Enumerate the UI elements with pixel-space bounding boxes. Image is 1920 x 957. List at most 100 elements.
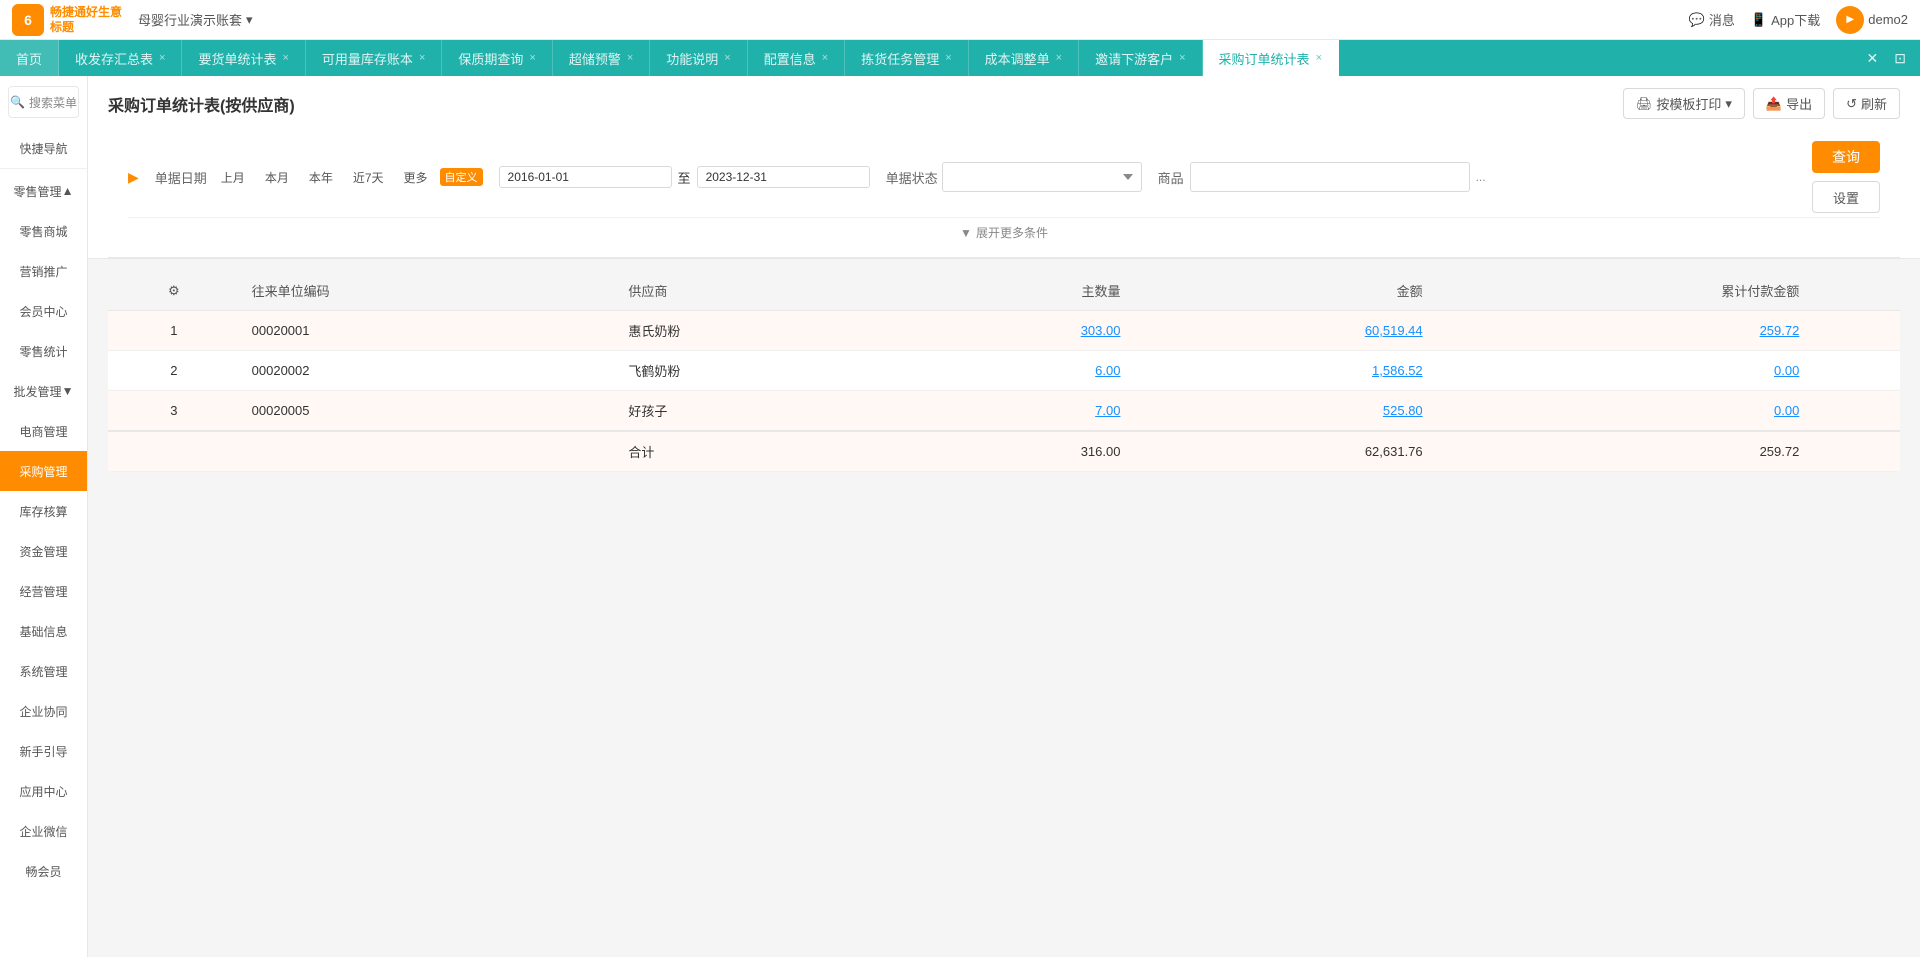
row-quantity-link[interactable]: 303.00 bbox=[1081, 323, 1121, 338]
user-menu[interactable]: ▶ demo2 bbox=[1836, 6, 1908, 34]
expand-more-btn[interactable]: ▼ 展开更多条件 bbox=[960, 224, 1048, 241]
sidebar-search-btn[interactable]: 🔍 搜索菜单 bbox=[8, 86, 79, 118]
footer-amount: 62,631.76 bbox=[1132, 431, 1434, 472]
row-quantity-link[interactable]: 6.00 bbox=[1095, 363, 1120, 378]
tab-order-summary-close[interactable]: × bbox=[282, 52, 288, 64]
date-to-input[interactable] bbox=[697, 166, 870, 188]
sidebar-item-member-center[interactable]: 会员中心 bbox=[0, 291, 87, 331]
row-quantity-link[interactable]: 7.00 bbox=[1095, 403, 1120, 418]
export-btn[interactable]: 📤 导出 bbox=[1753, 88, 1825, 119]
tab-inventory-account-label: 可用量库存账本 bbox=[322, 49, 413, 68]
tab-home[interactable]: 首页 bbox=[0, 40, 59, 76]
tab-pick-task[interactable]: 拣货任务管理 × bbox=[845, 40, 968, 76]
row-paid-link[interactable]: 259.72 bbox=[1760, 323, 1800, 338]
filter-goods-item: 商品 ... bbox=[1158, 162, 1486, 192]
row-amount-link[interactable]: 525.80 bbox=[1383, 403, 1423, 418]
sidebar-item-retail-manage[interactable]: 零售管理 ▲ bbox=[0, 171, 87, 211]
sidebar-nav: 零售管理 ▲ 零售商城 营销推广 会员中心 零售统计 批发管理 ▼ 电商管理 bbox=[0, 168, 87, 893]
sidebar-item-member[interactable]: 畅会员 bbox=[0, 851, 87, 891]
filter-row-main: ▶ 单据日期 上月 本月 本年 近7天 更多 自定义 bbox=[128, 141, 1880, 213]
tab-shelf-life[interactable]: 保质期查询 × bbox=[442, 40, 552, 76]
sidebar-item-inventory-label: 库存核算 bbox=[19, 503, 67, 520]
row-paid-link[interactable]: 0.00 bbox=[1774, 403, 1799, 418]
date-shortcut-this-month[interactable]: 本月 bbox=[257, 167, 297, 188]
table-row: 2 00020002 飞鹤奶粉 6.00 1,586.52 0.00 bbox=[108, 351, 1900, 391]
top-bar-right: 💬 消息 📱 App下载 ▶ demo2 bbox=[1689, 6, 1908, 34]
tab-inventory-account-close[interactable]: × bbox=[419, 52, 425, 64]
row-amount-link[interactable]: 60,519.44 bbox=[1365, 323, 1423, 338]
table-row: 3 00020005 好孩子 7.00 525.80 0.00 bbox=[108, 391, 1900, 432]
print-chevron-icon: ▾ bbox=[1725, 96, 1732, 112]
more-conditions-btn[interactable]: ... bbox=[1476, 170, 1486, 184]
export-icon: 📤 bbox=[1766, 96, 1782, 112]
tab-config-info[interactable]: 配置信息 × bbox=[748, 40, 845, 76]
settings-icon[interactable]: ⚙ bbox=[168, 283, 180, 298]
tab-invite-customer-close[interactable]: × bbox=[1179, 52, 1185, 64]
sidebar-item-cooperation[interactable]: 企业协同 bbox=[0, 691, 87, 731]
sidebar-item-basics[interactable]: 基础信息 bbox=[0, 611, 87, 651]
tab-purchase-summary-close[interactable]: × bbox=[1316, 52, 1322, 64]
col-quantity: 主数量 bbox=[897, 271, 1132, 311]
sidebar-item-member-label: 畅会员 bbox=[25, 863, 61, 880]
sidebar-item-nav-label: 快捷导航 bbox=[19, 140, 67, 157]
sidebar-item-retail-store[interactable]: 零售商城 bbox=[0, 211, 87, 251]
app-download-btn[interactable]: 📱 App下载 bbox=[1751, 10, 1820, 29]
status-select[interactable] bbox=[942, 162, 1142, 192]
sidebar-item-nav[interactable]: 快捷导航 bbox=[0, 128, 87, 168]
row-paid-link[interactable]: 0.00 bbox=[1774, 363, 1799, 378]
tab-inventory-account[interactable]: 可用量库存账本 × bbox=[306, 40, 442, 76]
tab-config-info-close[interactable]: × bbox=[822, 52, 828, 64]
query-btn[interactable]: 查询 bbox=[1812, 141, 1880, 173]
row-index: 1 bbox=[108, 311, 240, 351]
tab-overstock-warning[interactable]: 超储预警 × bbox=[553, 40, 650, 76]
export-label: 导出 bbox=[1786, 94, 1812, 113]
message-btn[interactable]: 💬 消息 bbox=[1689, 10, 1735, 29]
table-header-row: ⚙ 往来单位编码 供应商 主数量 金额 累计付款金额 bbox=[108, 271, 1900, 311]
nav-expand-btn[interactable]: ⊡ bbox=[1888, 46, 1912, 71]
nav-close-btn[interactable]: ✕ bbox=[1861, 46, 1885, 71]
tab-purchase-summary[interactable]: 采购订单统计表 × bbox=[1203, 40, 1339, 76]
sidebar-item-newbie[interactable]: 新手引导 bbox=[0, 731, 87, 771]
tab-func-desc-label: 功能说明 bbox=[666, 49, 718, 68]
sidebar-item-wholesale[interactable]: 批发管理 ▼ bbox=[0, 371, 87, 411]
tab-pick-task-close[interactable]: × bbox=[945, 52, 951, 64]
tab-shelf-life-close[interactable]: × bbox=[529, 52, 535, 64]
settings-btn[interactable]: 设置 bbox=[1812, 181, 1880, 213]
filter-expand-arrow[interactable]: ▶ bbox=[128, 169, 139, 186]
refresh-btn[interactable]: ↺ 刷新 bbox=[1833, 88, 1900, 119]
sidebar-item-basics-label: 基础信息 bbox=[19, 623, 67, 640]
row-paid-amount: 0.00 bbox=[1435, 391, 1812, 432]
sidebar-item-purchase[interactable]: 采购管理 bbox=[0, 451, 87, 491]
goods-input[interactable] bbox=[1190, 162, 1470, 192]
tab-cost-adjust-close[interactable]: × bbox=[1056, 52, 1062, 64]
sidebar-item-enterprise-wechat[interactable]: 企业微信 bbox=[0, 811, 87, 851]
date-shortcut-this-year[interactable]: 本年 bbox=[301, 167, 341, 188]
sidebar-item-system[interactable]: 系统管理 bbox=[0, 651, 87, 691]
sidebar-item-finance[interactable]: 资金管理 bbox=[0, 531, 87, 571]
print-icon: 🖨 bbox=[1636, 96, 1653, 112]
workspace-selector[interactable]: 母婴行业演示账套 ▾ bbox=[130, 6, 261, 33]
tab-invite-customer[interactable]: 邀请下游客户 × bbox=[1079, 40, 1202, 76]
date-shortcut-more[interactable]: 更多 bbox=[396, 167, 436, 188]
tab-collect-pay[interactable]: 收发存汇总表 × bbox=[59, 40, 182, 76]
sidebar-item-operation[interactable]: 经营管理 bbox=[0, 571, 87, 611]
tab-overstock-warning-close[interactable]: × bbox=[627, 52, 633, 64]
sidebar-item-marketing[interactable]: 营销推广 bbox=[0, 251, 87, 291]
sidebar-item-inventory[interactable]: 库存核算 bbox=[0, 491, 87, 531]
tab-collect-pay-close[interactable]: × bbox=[159, 52, 165, 64]
sidebar-item-finance-label: 资金管理 bbox=[19, 543, 67, 560]
print-btn[interactable]: 🖨 按模板打印 ▾ bbox=[1623, 88, 1745, 119]
tab-func-desc-close[interactable]: × bbox=[724, 52, 730, 64]
date-shortcut-7days[interactable]: 近7天 bbox=[345, 167, 392, 188]
tab-cost-adjust[interactable]: 成本调整单 × bbox=[969, 40, 1079, 76]
date-from-input[interactable] bbox=[499, 166, 672, 188]
date-shortcut-last-month[interactable]: 上月 bbox=[213, 167, 253, 188]
sidebar-item-wholesale-label: 批发管理 bbox=[14, 383, 62, 400]
sidebar-item-retail-stats[interactable]: 零售统计 bbox=[0, 331, 87, 371]
tab-order-summary[interactable]: 要货单统计表 × bbox=[182, 40, 305, 76]
sidebar-item-cooperation-label: 企业协同 bbox=[19, 703, 67, 720]
tab-func-desc[interactable]: 功能说明 × bbox=[650, 40, 747, 76]
sidebar-item-ecommerce[interactable]: 电商管理 bbox=[0, 411, 87, 451]
sidebar-item-app-center[interactable]: 应用中心 bbox=[0, 771, 87, 811]
row-amount-link[interactable]: 1,586.52 bbox=[1372, 363, 1423, 378]
